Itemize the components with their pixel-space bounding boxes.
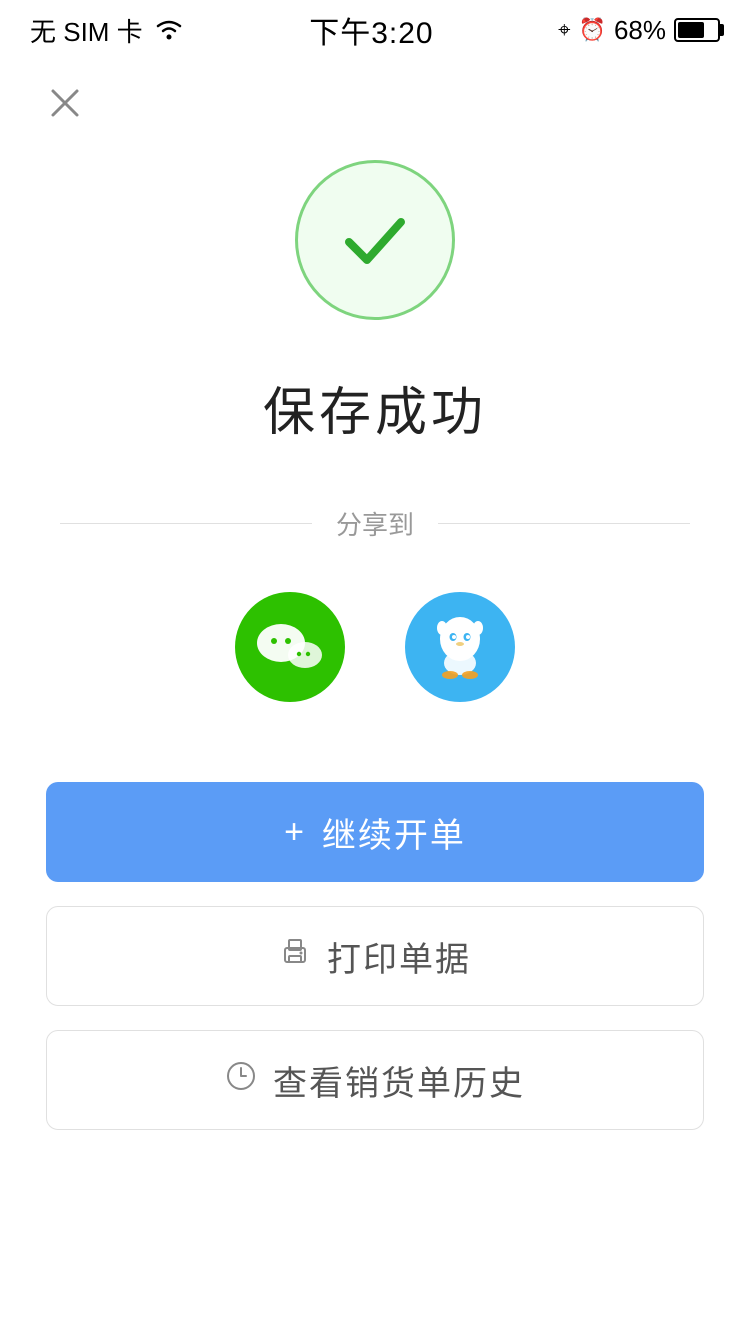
checkmark-icon bbox=[335, 200, 415, 280]
view-history-button[interactable]: 查看销货单历史 bbox=[46, 1030, 704, 1130]
status-left: 无 SIM 卡 bbox=[30, 12, 185, 49]
status-right: ⌖ ⏰ 68% bbox=[558, 15, 720, 46]
plus-icon: + bbox=[284, 813, 306, 852]
no-sim-text: 无 SIM 卡 bbox=[30, 12, 143, 49]
wechat-logo bbox=[255, 617, 325, 677]
close-icon bbox=[47, 85, 83, 121]
close-button[interactable] bbox=[40, 78, 90, 128]
qq-share-button[interactable] bbox=[405, 592, 515, 702]
print-icon bbox=[279, 936, 311, 976]
status-time: 下午3:20 bbox=[309, 8, 433, 52]
qq-logo bbox=[430, 613, 490, 681]
print-button[interactable]: 打印单据 bbox=[46, 906, 704, 1006]
alarm-icon: ⏰ bbox=[579, 17, 606, 43]
history-icon bbox=[225, 1060, 257, 1101]
location-icon: ⌖ bbox=[558, 17, 570, 43]
wifi-icon bbox=[153, 18, 185, 42]
divider-line-right bbox=[438, 523, 690, 524]
wechat-share-button[interactable] bbox=[235, 592, 345, 702]
continue-order-button[interactable]: + 继续开单 bbox=[46, 782, 704, 882]
battery-fill bbox=[678, 22, 704, 38]
view-history-label: 查看销货单历史 bbox=[273, 1056, 525, 1105]
battery-bar bbox=[674, 18, 720, 42]
print-label: 打印单据 bbox=[327, 932, 471, 981]
continue-order-label: 继续开单 bbox=[322, 808, 466, 857]
success-title: 保存成功 bbox=[263, 370, 487, 445]
share-label: 分享到 bbox=[336, 505, 414, 542]
status-bar: 无 SIM 卡 下午3:20 ⌖ ⏰ 68% bbox=[0, 0, 750, 60]
success-circle bbox=[295, 160, 455, 320]
buttons-section: + 继续开单 打印单据 查看销货单历史 bbox=[0, 782, 750, 1130]
divider-line-left bbox=[60, 523, 312, 524]
share-icons bbox=[235, 592, 515, 702]
share-divider: 分享到 bbox=[0, 505, 750, 542]
battery-percent: 68% bbox=[614, 15, 666, 46]
main-content: 保存成功 分享到 bbox=[0, 60, 750, 1130]
